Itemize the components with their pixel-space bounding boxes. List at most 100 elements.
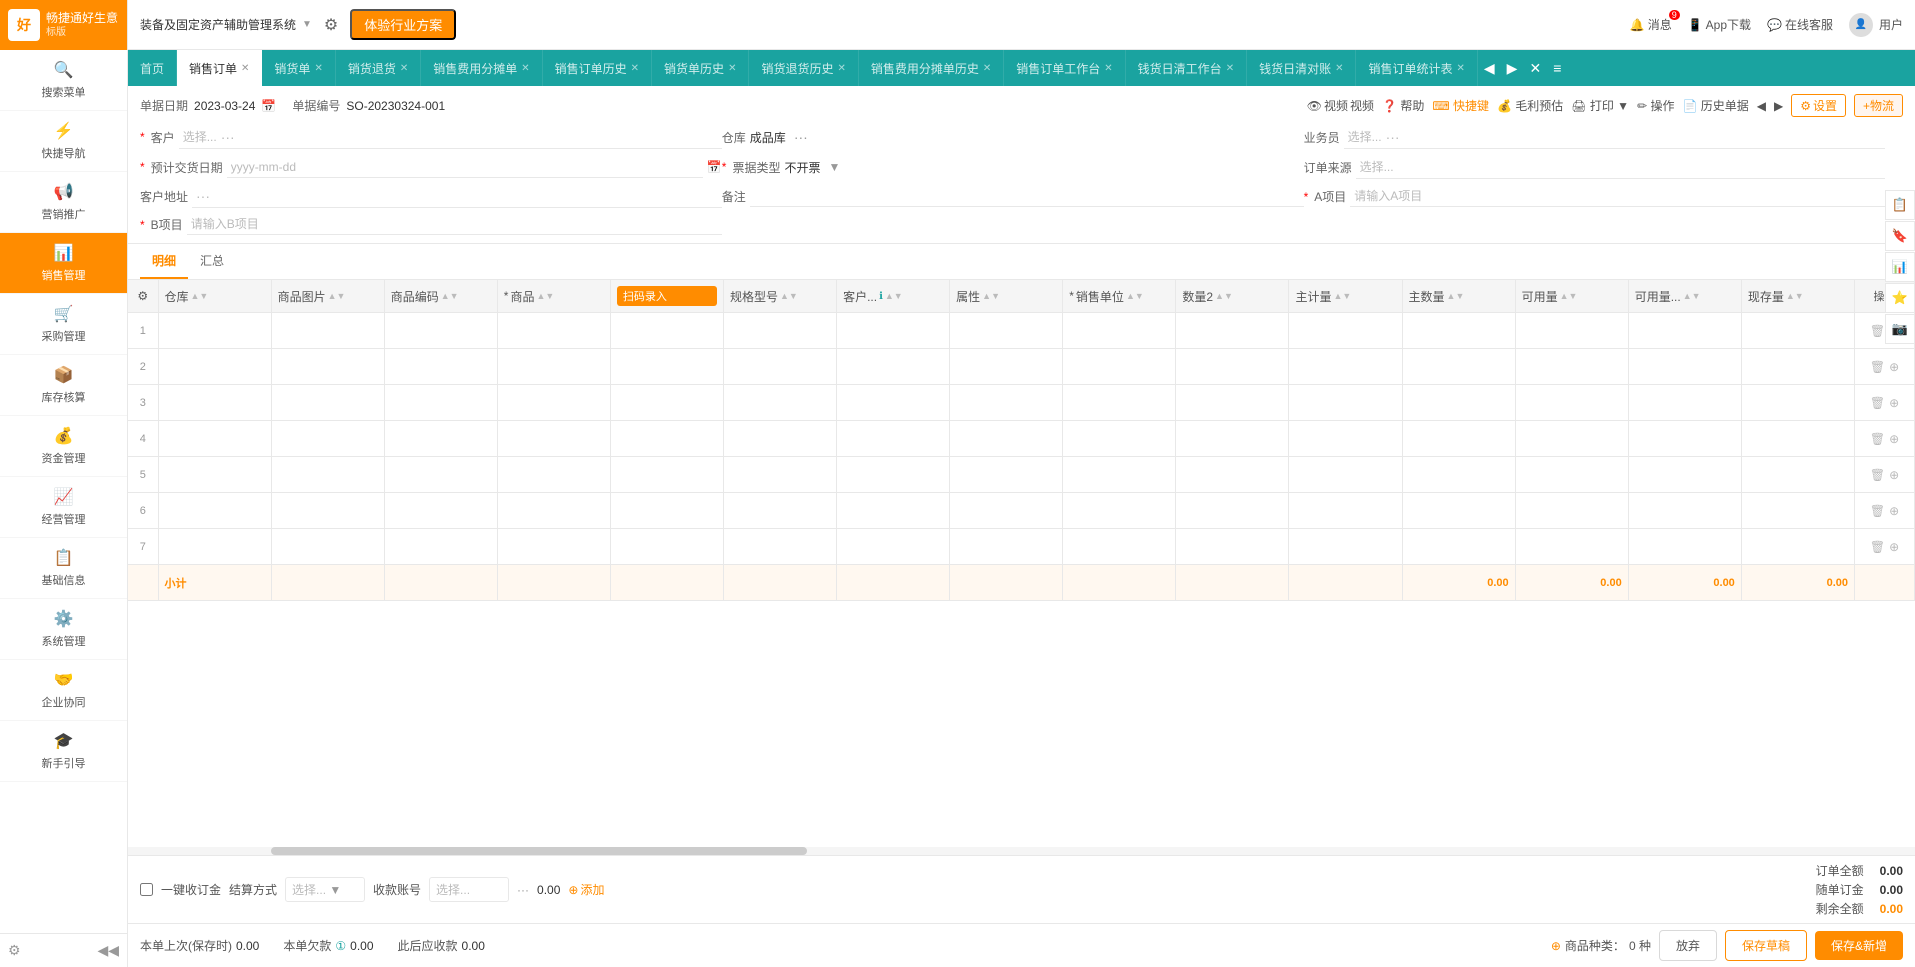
th-avail-qty2[interactable]: 可用量... ▲▼: [1628, 280, 1741, 313]
product-count-icon[interactable]: ⊕: [1551, 939, 1561, 953]
tab-sales-return-close[interactable]: ✕: [400, 63, 408, 74]
row-7-qty2[interactable]: [1176, 529, 1289, 565]
warehouse-value[interactable]: 成品库: [750, 129, 786, 146]
row-1-warehouse[interactable]: [158, 313, 271, 349]
settings-btn[interactable]: ⚙ 设置: [1791, 94, 1846, 117]
row-3-qty2[interactable]: [1176, 385, 1289, 421]
row-7-customer-code[interactable]: [837, 529, 950, 565]
row-6-qty2[interactable]: [1176, 493, 1289, 529]
industry-btn[interactable]: 体验行业方案: [350, 9, 456, 40]
tab-sales-order-history-close[interactable]: ✕: [631, 63, 639, 74]
th-attrs[interactable]: 属性 ▲▼: [950, 280, 1063, 313]
th-customer-code[interactable]: 客户... ℹ ▲▼: [837, 280, 950, 313]
sidebar-item-enterprise[interactable]: 🤝 企业协同: [0, 660, 127, 721]
row-6-product[interactable]: [497, 493, 610, 529]
row-6-copy-btn[interactable]: ⊕: [1889, 504, 1899, 518]
staff-select[interactable]: 选择... ···: [1344, 125, 1886, 149]
system-selector[interactable]: 装备及固定资产辅助管理系统 ▼: [140, 16, 312, 33]
row-3-delete-btn[interactable]: 🗑: [1870, 396, 1885, 410]
save-draft-btn[interactable]: 保存草稿: [1725, 930, 1807, 961]
th-spec[interactable]: 规格型号 ▲▼: [723, 280, 836, 313]
float-icon-3[interactable]: 📊: [1885, 252, 1915, 282]
sidebar-item-quicknav[interactable]: ⚡ 快捷导航: [0, 111, 127, 172]
row-1-main-qty[interactable]: [1402, 313, 1515, 349]
scan-btn[interactable]: 扫码录入: [617, 286, 717, 306]
sidebar-item-finance[interactable]: 💰 资金管理: [0, 416, 127, 477]
row-4-main-qty[interactable]: [1402, 421, 1515, 457]
row-5-copy-btn[interactable]: ⊕: [1889, 468, 1899, 482]
row-3-copy-btn[interactable]: ⊕: [1889, 396, 1899, 410]
tab-summary[interactable]: 汇总: [188, 244, 236, 279]
row-2-code[interactable]: [384, 349, 497, 385]
tab-sales-goods-close[interactable]: ✕: [314, 63, 322, 74]
row-2-unit[interactable]: [1063, 349, 1176, 385]
history-btn[interactable]: 📄 历史单据: [1682, 97, 1748, 114]
th-warehouse[interactable]: 仓库 ▲▼: [158, 280, 271, 313]
profit-btn[interactable]: 💰 毛利预估: [1497, 97, 1563, 114]
row-4-attrs[interactable]: [950, 421, 1063, 457]
row-5-spec[interactable]: [723, 457, 836, 493]
collapse-icon[interactable]: ◀◀: [97, 942, 119, 959]
row-3-product[interactable]: [497, 385, 610, 421]
tab-sales-order[interactable]: 销售订单 ✕: [177, 50, 262, 86]
cur-debt-info[interactable]: ①: [335, 939, 346, 953]
float-icon-1[interactable]: 📋: [1885, 190, 1915, 220]
save-new-btn[interactable]: 保存&新增: [1815, 931, 1903, 960]
row-6-attrs[interactable]: [950, 493, 1063, 529]
tab-return-history[interactable]: 销货退货历史 ✕: [749, 50, 858, 86]
user-menu[interactable]: 👤 用户: [1849, 13, 1903, 37]
row-6-delete-btn[interactable]: 🗑: [1870, 504, 1885, 518]
row-7-spec[interactable]: [723, 529, 836, 565]
tab-sales-stats[interactable]: 销售订单统计表 ✕: [1356, 50, 1477, 86]
address-input[interactable]: ···: [192, 185, 722, 208]
order-source-select[interactable]: 选择...: [1356, 155, 1886, 179]
th-main-unit[interactable]: 主计量 ▲▼: [1289, 280, 1402, 313]
row-6-customer-code[interactable]: [837, 493, 950, 529]
sidebar-item-purchase[interactable]: 🛒 采购管理: [0, 294, 127, 355]
tabbar-nav-prev[interactable]: ◀: [1478, 60, 1501, 77]
shortcut-btn[interactable]: ⌨ 快捷键: [1432, 97, 1489, 114]
print-btn[interactable]: 🖨 打印 ▼: [1571, 97, 1629, 114]
row-3-spec[interactable]: [723, 385, 836, 421]
row-5-warehouse[interactable]: [158, 457, 271, 493]
row-5-delete-btn[interactable]: 🗑: [1870, 468, 1885, 482]
row-7-delete-btn[interactable]: 🗑: [1870, 540, 1885, 554]
float-icon-5[interactable]: 📷: [1885, 314, 1915, 344]
tab-goods-history[interactable]: 销货单历史 ✕: [652, 50, 749, 86]
tab-sales-goods[interactable]: 销货单 ✕: [262, 50, 335, 86]
th-code[interactable]: 商品编码 ▲▼: [384, 280, 497, 313]
tab-sales-expense-close[interactable]: ✕: [521, 63, 529, 74]
th-stock-qty[interactable]: 现存量 ▲▼: [1741, 280, 1854, 313]
row-4-customer-code[interactable]: [837, 421, 950, 457]
row-4-qty2[interactable]: [1176, 421, 1289, 457]
row-7-copy-btn[interactable]: ⊕: [1889, 540, 1899, 554]
row-4-delete-btn[interactable]: 🗑: [1870, 432, 1885, 446]
settings-icon[interactable]: ⚙: [8, 942, 21, 959]
tab-daily-reconcile-close[interactable]: ✕: [1335, 63, 1343, 74]
row-6-code[interactable]: [384, 493, 497, 529]
sidebar-item-operations[interactable]: 📈 经营管理: [0, 477, 127, 538]
row-4-code[interactable]: [384, 421, 497, 457]
account-select[interactable]: 选择...: [429, 877, 509, 902]
online-service-btn[interactable]: 💬 在线客服: [1767, 16, 1833, 33]
tab-home[interactable]: 首页: [128, 50, 177, 86]
b-project-input[interactable]: [187, 214, 722, 235]
customer-select[interactable]: 选择... ···: [179, 125, 722, 149]
th-unit[interactable]: * 销售单位 ▲▼: [1063, 280, 1176, 313]
th-product[interactable]: * 商品 ▲▼: [497, 280, 610, 313]
customer-more-icon[interactable]: ···: [221, 129, 235, 145]
sidebar-item-basic[interactable]: 📋 基础信息: [0, 538, 127, 599]
row-2-customer-code[interactable]: [837, 349, 950, 385]
app-download-btn[interactable]: 📱 App下载: [1688, 16, 1751, 33]
calendar2-icon[interactable]: 📅: [707, 160, 722, 174]
tab-order-workbench-close[interactable]: ✕: [1104, 63, 1112, 74]
row-7-main-qty[interactable]: [1402, 529, 1515, 565]
row-7-code[interactable]: [384, 529, 497, 565]
tab-expense-history[interactable]: 销售费用分摊单历史 ✕: [859, 50, 1004, 86]
tabbar-close-all[interactable]: ✕: [1523, 60, 1547, 77]
row-6-unit[interactable]: [1063, 493, 1176, 529]
th-img[interactable]: 商品图片 ▲▼: [271, 280, 384, 313]
row-6-main-qty[interactable]: [1402, 493, 1515, 529]
row-1-product[interactable]: [497, 313, 610, 349]
tab-daily-workbench-close[interactable]: ✕: [1226, 63, 1234, 74]
